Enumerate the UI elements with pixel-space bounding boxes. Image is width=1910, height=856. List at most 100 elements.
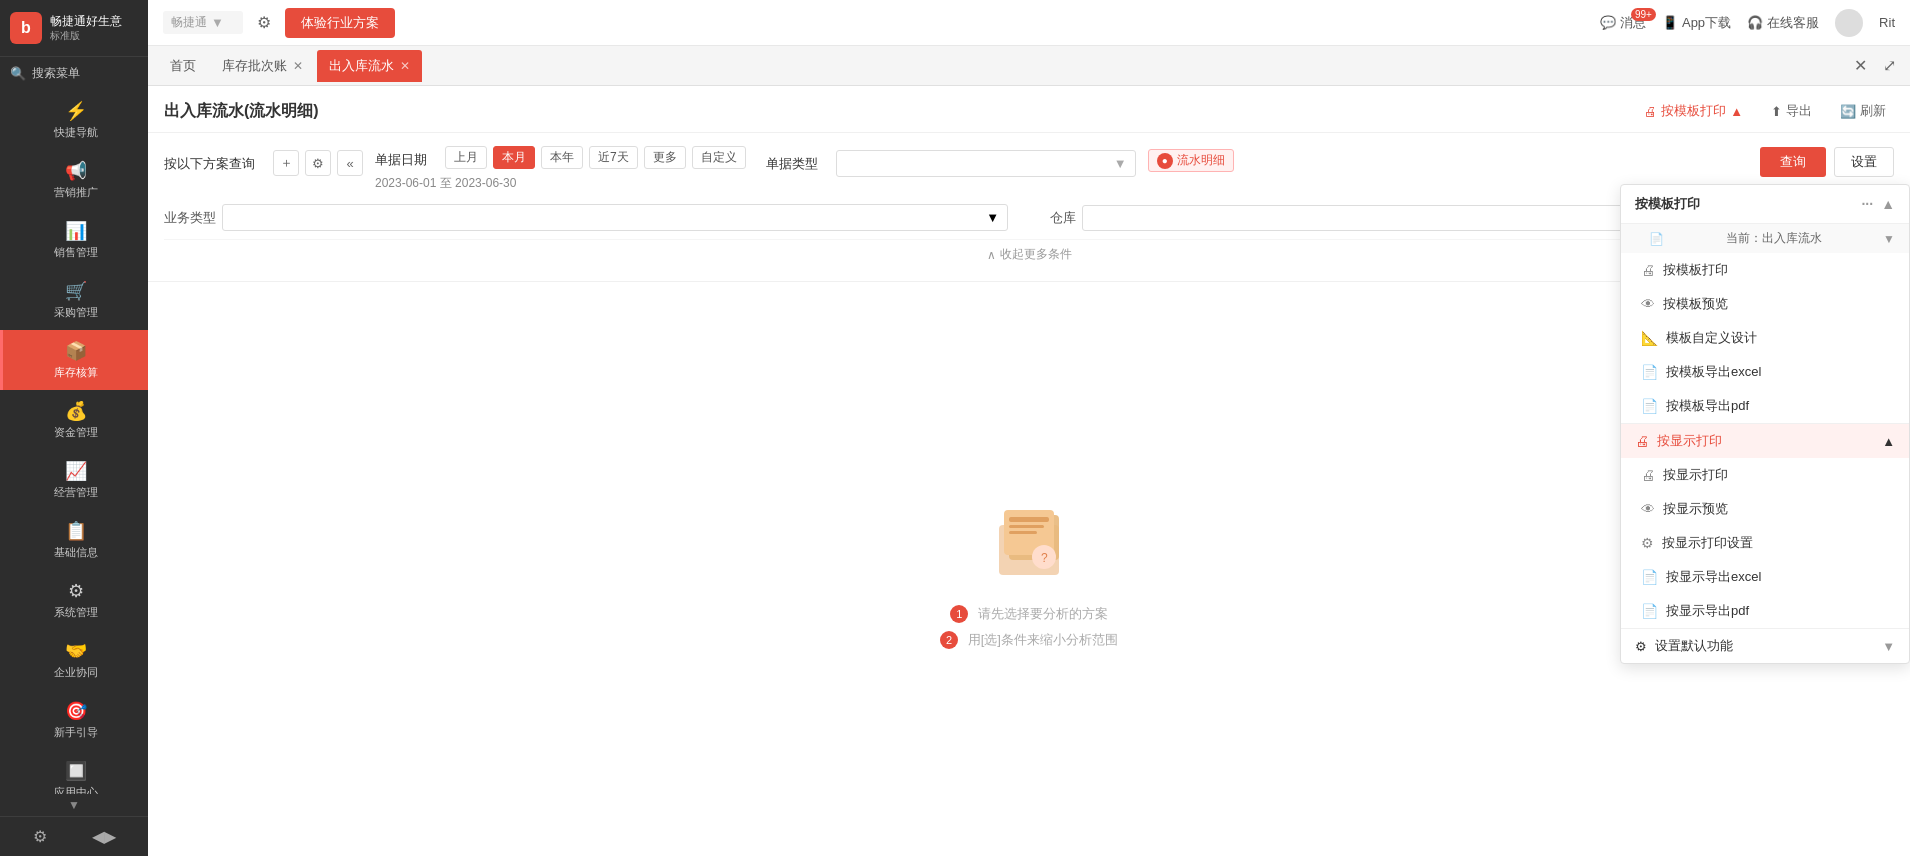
filter-settings-button[interactable]: ⚙ [305, 150, 331, 176]
display-export-pdf-item[interactable]: 📄 按显示导出pdf [1621, 594, 1909, 628]
expand-button[interactable]: ⤢ [1879, 52, 1900, 79]
date-btn-current-month[interactable]: 本月 [493, 146, 535, 169]
export-button[interactable]: ⬆ 导出 [1763, 98, 1820, 124]
template-section: 🖨 按模板打印 👁 按模板预览 📐 模板自定义设计 📄 按模板导出excel 📄 [1621, 253, 1909, 424]
date-btn-more[interactable]: 更多 [644, 146, 686, 169]
svg-rect-3 [1009, 517, 1049, 522]
current-template-item[interactable]: 📄 当前：出入库流水 ▼ [1621, 224, 1909, 253]
collapse-filter-button[interactable]: « [337, 150, 363, 176]
template-export-pdf-item[interactable]: 📄 按模板导出pdf [1621, 389, 1909, 423]
excel-template-icon: 📄 [1641, 364, 1658, 380]
topbar-right: 💬 消息 99+ 📱 App下载 🎧 在线客服 Rit [1600, 9, 1895, 37]
message-item[interactable]: 💬 消息 99+ [1600, 14, 1646, 32]
close-all-tabs-button[interactable]: ✕ [1850, 52, 1871, 79]
hint-num-1: 1 [950, 605, 968, 623]
tag-icon: ● [1157, 153, 1173, 169]
nav-icon-app: 🔲 [65, 760, 87, 782]
dropdown-more-icon[interactable]: ··· [1861, 196, 1873, 212]
display-print-settings-item[interactable]: ⚙ 按显示打印设置 [1621, 526, 1909, 560]
nav-icon-cooperation: 🤝 [65, 640, 87, 662]
sidebar-item-marketing[interactable]: 📢 营销推广 [0, 150, 148, 210]
topbar: 畅捷通 ▼ ⚙ 体验行业方案 💬 消息 99+ 📱 App下载 🎧 在线客服 R… [148, 0, 1910, 46]
sidebar-item-finance[interactable]: 💰 资金管理 [0, 390, 148, 450]
main-area: 畅捷通 ▼ ⚙ 体验行业方案 💬 消息 99+ 📱 App下载 🎧 在线客服 R… [148, 0, 1910, 856]
collapse-sidebar-icon[interactable]: ◀▶ [92, 827, 116, 846]
set-default-item[interactable]: ⚙ 设置默认功能 ▼ [1621, 629, 1909, 663]
tab-close-flow[interactable]: ✕ [400, 59, 410, 73]
display-export-excel-item[interactable]: 📄 按显示导出excel [1621, 560, 1909, 594]
filter-tag-item[interactable]: ● 流水明细 [1148, 149, 1234, 172]
business-type-input[interactable]: ▼ [222, 204, 1008, 231]
dropdown-collapse-icon[interactable]: ▲ [1881, 196, 1895, 212]
sidebar-item-app-center[interactable]: 🔲 应用中心 [0, 750, 148, 794]
date-btn-7days[interactable]: 近7天 [589, 146, 638, 169]
settings-icon[interactable]: ⚙ [33, 827, 47, 846]
date-btn-prev-month[interactable]: 上月 [445, 146, 487, 169]
sidebar-item-system[interactable]: ⚙ 系统管理 [0, 570, 148, 630]
nav-icon-finance: 💰 [65, 400, 87, 422]
trial-button[interactable]: 体验行业方案 [285, 8, 395, 38]
set-default-icon: ⚙ [1635, 639, 1647, 654]
search-icon: 🔍 [10, 66, 26, 81]
template-custom-item[interactable]: 📐 模板自定义设计 [1621, 321, 1909, 355]
display-preview-item[interactable]: 👁 按显示预览 [1621, 492, 1909, 526]
sidebar-item-inventory[interactable]: 📦 库存核算 [0, 330, 148, 390]
nav-icon-sales: 📊 [65, 220, 87, 242]
sidebar-item-operations[interactable]: 📈 经营管理 [0, 450, 148, 510]
voucher-type-select[interactable]: ▼ [836, 150, 1136, 177]
business-type-field: 业务类型 ▼ [164, 204, 1008, 231]
sidebar-item-cooperation[interactable]: 🤝 企业协同 [0, 630, 148, 690]
page-header: 出入库流水(流水明细) 🖨 按模板打印 ▲ ⬆ 导出 🔄 刷新 [148, 86, 1910, 133]
sidebar-item-purchase[interactable]: 🛒 采购管理 [0, 270, 148, 330]
display-print-item[interactable]: 🖨 按显示打印 [1621, 458, 1909, 492]
settings-display-icon: ⚙ [1641, 535, 1654, 551]
service-icon: 🎧 [1747, 15, 1763, 30]
date-btn-custom[interactable]: 自定义 [692, 146, 746, 169]
display-section: 🖨 按显示打印 👁 按显示预览 ⚙ 按显示打印设置 📄 按显示导出excel 📄 [1621, 458, 1909, 629]
voucher-type-label: 单据类型 [766, 155, 818, 173]
sidebar-item-basic[interactable]: 📋 基础信息 [0, 510, 148, 570]
sidebar-item-sales[interactable]: 📊 销售管理 [0, 210, 148, 270]
add-filter-button[interactable]: ＋ [273, 150, 299, 176]
print-dropdown-panel: 按模板打印 ··· ▲ 📄 当前：出入库流水 ▼ 🖨 按模板打印 👁 按模板 [1620, 184, 1910, 664]
nav-icon-operations: 📈 [65, 460, 87, 482]
display-section-header[interactable]: 🖨 按显示打印 ▲ [1621, 424, 1909, 458]
topbar-settings-button[interactable]: ⚙ [253, 9, 275, 36]
date-shortcuts: 上月 本月 本年 近7天 更多 自定义 [445, 146, 746, 169]
breadcrumb-dropdown[interactable]: 畅捷通 ▼ [163, 11, 243, 34]
tabbar: 首页 库存批次账 ✕ 出入库流水 ✕ ✕ ⤢ [148, 46, 1910, 86]
template-preview-item[interactable]: 👁 按模板预览 [1621, 287, 1909, 321]
date-field-label: 单据日期 [375, 151, 427, 169]
sidebar-item-quick-nav[interactable]: ⚡ 快捷导航 [0, 90, 148, 150]
chevron-up-icon: ▲ [1730, 104, 1743, 119]
sidebar-item-guide[interactable]: 🎯 新手引导 [0, 690, 148, 750]
query-button[interactable]: 查询 [1760, 147, 1826, 177]
sidebar: b 畅捷通好生意 标准版 🔍 搜索菜单 ⚡ 快捷导航 📢 营销推广 📊 销售管理… [0, 0, 148, 856]
pdf-display-icon: 📄 [1641, 603, 1658, 619]
date-range-text: 2023-06-01 至 2023-06-30 [375, 175, 746, 192]
settings-button[interactable]: 设置 [1834, 147, 1894, 177]
tab-flow[interactable]: 出入库流水 ✕ [317, 50, 422, 82]
nav-icon-basic: 📋 [65, 520, 87, 542]
print-template-button[interactable]: 🖨 按模板打印 ▲ [1636, 98, 1751, 124]
page-actions: 🖨 按模板打印 ▲ ⬆ 导出 🔄 刷新 [1636, 98, 1894, 124]
app-subtitle: 标准版 [50, 29, 122, 43]
printer-template-icon: 🖨 [1641, 262, 1655, 278]
empty-hint-1: 1 请先选择要分析的方案 [950, 601, 1108, 627]
tab-home[interactable]: 首页 [158, 50, 208, 82]
chevron-down-icon: ▼ [211, 15, 224, 30]
pdf-template-icon: 📄 [1641, 398, 1658, 414]
sidebar-search[interactable]: 🔍 搜索菜单 [0, 57, 148, 90]
app-download-item[interactable]: 📱 App下载 [1662, 14, 1731, 32]
tab-inventory-batch[interactable]: 库存批次账 ✕ [210, 50, 315, 82]
tab-close-inventory-batch[interactable]: ✕ [293, 59, 303, 73]
refresh-button[interactable]: 🔄 刷新 [1832, 98, 1894, 124]
user-avatar[interactable] [1835, 9, 1863, 37]
excel-display-icon: 📄 [1641, 569, 1658, 585]
nav-icon-system: ⚙ [68, 580, 84, 602]
date-btn-current-year[interactable]: 本年 [541, 146, 583, 169]
sidebar-scroll-down[interactable]: ▼ [0, 794, 148, 816]
template-export-excel-item[interactable]: 📄 按模板导出excel [1621, 355, 1909, 389]
customer-service-item[interactable]: 🎧 在线客服 [1747, 14, 1819, 32]
template-print-item[interactable]: 🖨 按模板打印 [1621, 253, 1909, 287]
